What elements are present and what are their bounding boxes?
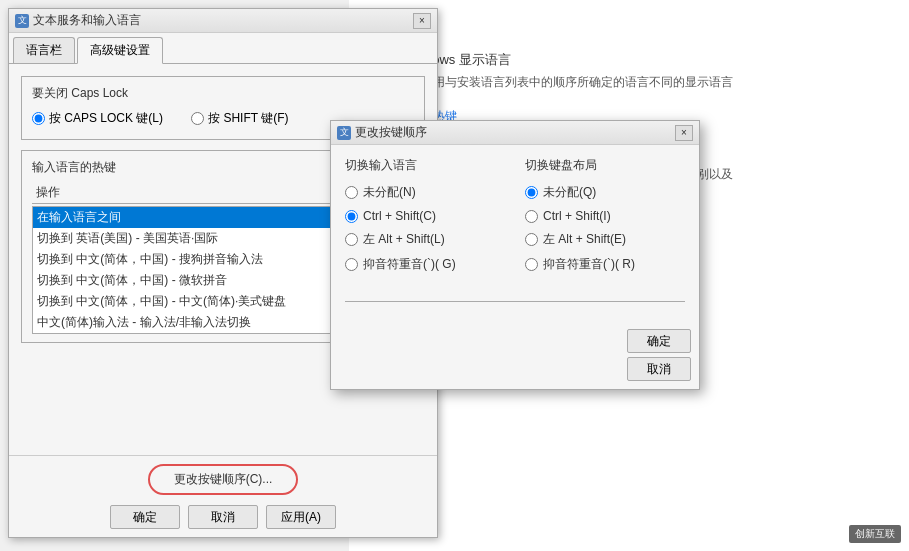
input-radio-1: Ctrl + Shift(C)	[345, 209, 505, 223]
replace-subtitle: 替代 Windows 显示语言	[373, 51, 885, 69]
keyboard-radio-3-label: 抑音符重音(`)( R)	[543, 256, 635, 273]
inner-close-button[interactable]: ×	[675, 125, 693, 141]
inner-dialog-content: 切换输入语言 未分配(N) Ctrl + Shift(C) 左 Alt + Sh…	[331, 145, 699, 293]
tab-language-bar[interactable]: 语言栏	[13, 37, 75, 63]
col-action: 操作	[36, 184, 60, 201]
inner-footer: 确定 取消	[619, 321, 699, 389]
row-action-4: 切换到 中文(简体，中国) - 中文(简体)·美式键盘	[37, 293, 329, 310]
keyboard-radio-0: 未分配(Q)	[525, 184, 685, 201]
switch-input-title: 切换输入语言	[345, 157, 505, 174]
switch-keyboard-title: 切换键盘布局	[525, 157, 685, 174]
keyboard-radio-3: 抑音符重音(`)( R)	[525, 256, 685, 273]
apply-button[interactable]: 应用(A)	[266, 505, 336, 529]
inner-titlebar: 文 更改按键顺序 ×	[331, 121, 699, 145]
inner-cancel-button[interactable]: 取消	[627, 357, 691, 381]
caps-label-shift: 按 SHIFT 键(F)	[208, 110, 288, 127]
input-radio-3-label: 抑音符重音(`)( G)	[363, 256, 456, 273]
left-dialog-icon: 文	[15, 14, 29, 28]
keyboard-radio-0-input[interactable]	[525, 186, 538, 199]
keyboard-radio-2-label: 左 Alt + Shift(E)	[543, 231, 626, 248]
caps-radio-shift[interactable]	[191, 112, 204, 125]
tab-advanced-key[interactable]: 高级键设置	[77, 37, 163, 64]
tabs-container: 语言栏 高级键设置	[9, 33, 437, 64]
keyboard-radio-0-label: 未分配(Q)	[543, 184, 596, 201]
input-radio-2-input[interactable]	[345, 233, 358, 246]
keyboard-radio-3-input[interactable]	[525, 258, 538, 271]
keyboard-radio-2-input[interactable]	[525, 233, 538, 246]
inner-dialog: 文 更改按键顺序 × 切换输入语言 未分配(N) Ctrl + Shift(C)…	[330, 120, 700, 390]
confirm-button[interactable]: 确定	[110, 505, 180, 529]
close-button[interactable]: ×	[413, 13, 431, 29]
input-radio-2: 左 Alt + Shift(L)	[345, 231, 505, 248]
row-action-0: 在输入语言之间	[37, 209, 329, 226]
caps-label: 要关闭 Caps Lock	[32, 85, 414, 102]
row-action-2: 切换到 中文(简体，中国) - 搜狗拼音输入法	[37, 251, 329, 268]
bg-panel-title: 高级设置	[373, 20, 885, 41]
keyboard-radio-2: 左 Alt + Shift(E)	[525, 231, 685, 248]
left-dialog-titlebar: 文 文本服务和输入语言 ×	[9, 9, 437, 33]
inner-divider	[345, 301, 685, 302]
row-action-1: 切换到 英语(美国) - 美国英语·国际	[37, 230, 329, 247]
input-radio-3-input[interactable]	[345, 258, 358, 271]
change-key-button[interactable]: 更改按键顺序(C)...	[148, 464, 299, 495]
caps-radio-lock[interactable]	[32, 112, 45, 125]
left-dialog-title: 文本服务和输入语言	[33, 12, 141, 29]
keyboard-radio-1-label: Ctrl + Shift(I)	[543, 209, 611, 223]
cancel-button[interactable]: 取消	[188, 505, 258, 529]
inner-dialog-icon: 文	[337, 126, 351, 140]
input-radio-1-input[interactable]	[345, 210, 358, 223]
dialog-footer: 更改按键顺序(C)... 确定 取消 应用(A)	[9, 455, 437, 537]
keyboard-radio-1-input[interactable]	[525, 210, 538, 223]
inner-confirm-button[interactable]: 确定	[627, 329, 691, 353]
input-radio-0-label: 未分配(N)	[363, 184, 416, 201]
switch-input-col: 切换输入语言 未分配(N) Ctrl + Shift(C) 左 Alt + Sh…	[345, 157, 505, 281]
inner-dialog-title: 更改按键顺序	[355, 124, 427, 141]
caps-label-lock: 按 CAPS LOCK 键(L)	[49, 110, 163, 127]
input-radio-1-label: Ctrl + Shift(C)	[363, 209, 436, 223]
watermark: 创新互联	[849, 525, 901, 543]
row-action-5: 中文(简体)输入法 - 输入法/非输入法切换	[37, 314, 329, 331]
input-radio-0-input[interactable]	[345, 186, 358, 199]
input-radio-0: 未分配(N)	[345, 184, 505, 201]
switch-keyboard-col: 切换键盘布局 未分配(Q) Ctrl + Shift(I) 左 Alt + Sh…	[525, 157, 685, 281]
input-radio-3: 抑音符重音(`)( G)	[345, 256, 505, 273]
keyboard-radio-1: Ctrl + Shift(I)	[525, 209, 685, 223]
bottom-buttons: 确定 取消 应用(A)	[21, 505, 425, 529]
input-radio-2-label: 左 Alt + Shift(L)	[363, 231, 445, 248]
row-action-3: 切换到 中文(简体，中国) - 微软拼音	[37, 272, 329, 289]
